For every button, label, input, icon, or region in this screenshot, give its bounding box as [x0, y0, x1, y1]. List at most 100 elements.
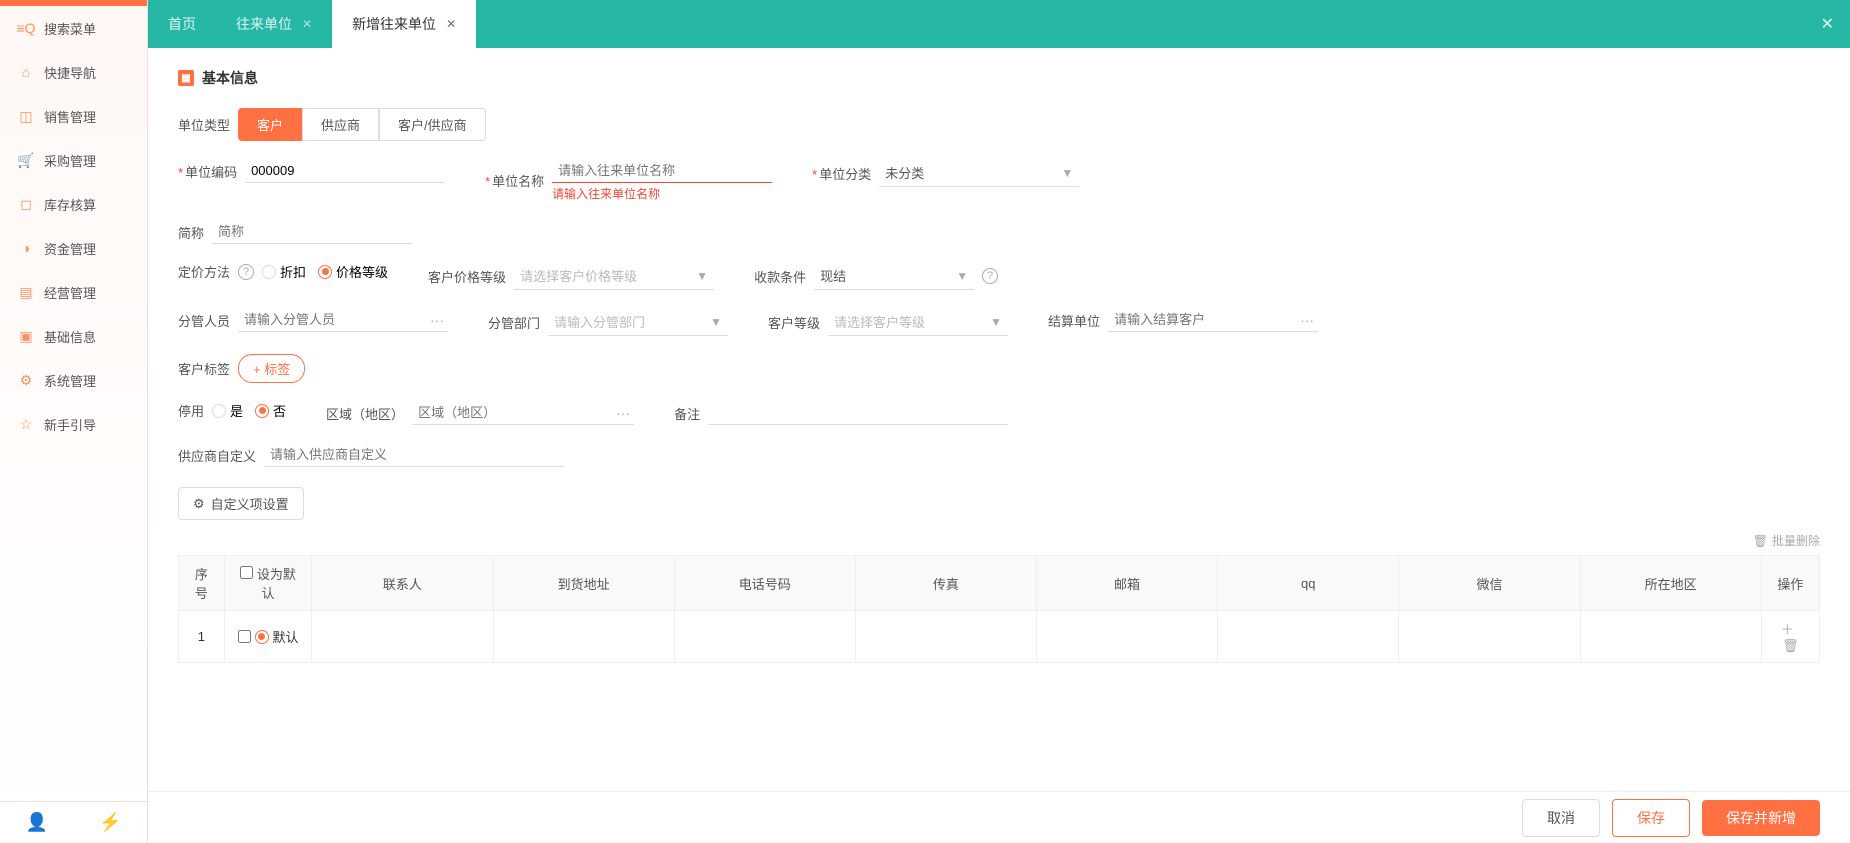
sidebar-item-sales[interactable]: ◫ 销售管理 — [0, 94, 147, 138]
unit-name-wrapper: 请输入往来单位名称 — [552, 159, 772, 202]
save-new-button[interactable]: 保存并新增 — [1702, 800, 1820, 836]
cell-contact[interactable] — [312, 611, 493, 663]
main-area: 首页 往来单位 ✕ 新增往来单位 ✕ ✕ ▦ 基本信息 单位类型 客户 供应商 — [148, 0, 1850, 843]
sidebar-settings-btn[interactable]: ⚡ — [74, 802, 148, 843]
delete-row-btn[interactable]: 🗑 — [1782, 638, 1799, 653]
cancel-button[interactable]: 取消 — [1522, 799, 1600, 837]
add-tag-btn[interactable]: + 标签 — [238, 354, 305, 383]
sidebar-item-basic[interactable]: ▣ 基础信息 — [0, 314, 147, 358]
qq-input[interactable] — [1228, 629, 1388, 644]
unit-code-input[interactable] — [245, 159, 445, 183]
cell-email[interactable] — [1036, 611, 1217, 663]
payment-terms-select[interactable]: 现结 ▼ — [814, 262, 974, 290]
batch-delete-label: 批量删除 — [1772, 532, 1820, 549]
department-field: 分管部门 请输入分管部门 ▼ — [488, 308, 728, 336]
col-action: 操作 — [1761, 556, 1819, 611]
sidebar-label-sales: 销售管理 — [44, 107, 96, 126]
unit-name-error: 请输入往来单位名称 — [552, 185, 772, 202]
tab-partners[interactable]: 往来单位 ✕ — [216, 0, 332, 48]
customer-level-select[interactable]: 请选择客户等级 ▼ — [828, 308, 1008, 336]
cell-action: ＋ 🗑 — [1761, 611, 1819, 663]
unit-type-both-btn[interactable]: 客户/供应商 — [379, 108, 486, 141]
sidebar-item-inventory[interactable]: ◻ 库存核算 — [0, 182, 147, 226]
customer-price-level-select[interactable]: 请选择客户价格等级 ▼ — [514, 262, 714, 290]
manager-dots-btn[interactable]: ··· — [426, 312, 448, 328]
sidebar-item-search[interactable]: ≡Q 搜索菜单 — [0, 6, 147, 50]
batch-delete-btn[interactable]: 🗑 批量删除 — [1753, 532, 1820, 549]
unit-type-customer-btn[interactable]: 客户 — [238, 108, 302, 141]
sidebar-item-purchase[interactable]: 🛒 采购管理 — [0, 138, 147, 182]
cell-wechat[interactable] — [1399, 611, 1580, 663]
department-select[interactable]: 请输入分管部门 ▼ — [548, 308, 728, 336]
payment-terms-help-icon[interactable]: ? — [982, 268, 998, 284]
email-input[interactable] — [1047, 629, 1207, 644]
cell-qq[interactable] — [1218, 611, 1399, 663]
row-default-radio[interactable]: 默认 — [255, 627, 299, 646]
supplier-custom-input[interactable] — [264, 443, 564, 467]
tab-home[interactable]: 首页 — [148, 0, 216, 48]
address-input[interactable] — [504, 629, 664, 644]
sidebar-label-quick-nav: 快捷导航 — [44, 63, 96, 82]
row-region-input[interactable] — [1591, 629, 1751, 644]
disabled-row: 停用 是 否 区域（地区） ··· — [178, 401, 1820, 425]
add-row-btn[interactable]: ＋ — [1781, 622, 1794, 637]
short-name-input[interactable] — [212, 220, 412, 244]
customer-price-level-chevron: ▼ — [696, 269, 708, 283]
settlement-dots-btn[interactable]: ··· — [1296, 312, 1318, 328]
unit-type-supplier-btn[interactable]: 供应商 — [302, 108, 379, 141]
pricing-level-circle — [318, 265, 332, 279]
disabled-yes-radio[interactable]: 是 — [212, 401, 243, 420]
tab-new-partner[interactable]: 新增往来单位 ✕ — [332, 0, 476, 48]
sidebar-item-quick-nav[interactable]: ⌂ 快捷导航 — [0, 50, 147, 94]
cell-phone[interactable] — [674, 611, 855, 663]
disabled-no-radio[interactable]: 否 — [255, 401, 286, 420]
basic-icon: ▣ — [16, 326, 36, 346]
add-tag-label: + 标签 — [253, 359, 290, 378]
region-input[interactable] — [412, 401, 612, 424]
phone-input[interactable] — [685, 629, 845, 644]
sidebar-item-operations[interactable]: ▤ 经营管理 — [0, 270, 147, 314]
region-dots-btn[interactable]: ··· — [612, 405, 634, 421]
pricing-help-icon[interactable]: ? — [238, 264, 254, 280]
settlement-label: 结算单位 — [1048, 311, 1100, 330]
contact-table: 序号 设为默认 联系人 到货地址 电话号码 传真 邮箱 qq 微信 所在地区 — [178, 555, 1820, 663]
pricing-discount-radio[interactable]: 折扣 — [262, 262, 306, 281]
cell-seq: 1 — [179, 611, 225, 663]
close-all-tabs-btn[interactable]: ✕ — [1805, 0, 1850, 48]
row-checkbox[interactable] — [238, 630, 251, 643]
table-section: ⚙ 自定义项设置 🗑 批量删除 序号 设为默认 — [178, 487, 1820, 663]
contact-input[interactable] — [322, 629, 482, 644]
custom-settings-btn[interactable]: ⚙ 自定义项设置 — [178, 487, 304, 520]
sidebar-label-guide: 新手引导 — [44, 415, 96, 434]
unit-category-select[interactable]: 未分类 ▼ — [879, 159, 1079, 187]
wechat-input[interactable] — [1409, 629, 1569, 644]
remark-input[interactable] — [708, 401, 1008, 425]
select-all-checkbox[interactable] — [240, 566, 253, 579]
sidebar-item-system[interactable]: ⚙ 系统管理 — [0, 358, 147, 402]
manager-input[interactable] — [238, 308, 426, 331]
tab-new-partner-close[interactable]: ✕ — [446, 17, 456, 31]
search-menu-icon: ≡Q — [16, 18, 36, 38]
fax-input[interactable] — [866, 629, 1026, 644]
unit-code-field: *单位编码 — [178, 159, 445, 183]
cell-region[interactable] — [1580, 611, 1761, 663]
pricing-radio-group: 折扣 价格等级 — [262, 262, 388, 281]
unit-type-label: 单位类型 — [178, 115, 230, 134]
sidebar-item-finance[interactable]: ◑ 资金管理 — [0, 226, 147, 270]
customer-price-level-field: 客户价格等级 请选择客户价格等级 ▼ — [428, 262, 714, 290]
save-button[interactable]: 保存 — [1612, 799, 1690, 837]
cell-address[interactable] — [493, 611, 674, 663]
sidebar: ≡Q 搜索菜单 ⌂ 快捷导航 ◫ 销售管理 🛒 采购管理 ◻ 库存核算 ◑ 资金… — [0, 0, 148, 843]
custom-settings-label: 自定义项设置 — [211, 494, 289, 513]
unit-category-value: 未分类 — [885, 163, 924, 182]
unit-name-input[interactable] — [552, 159, 772, 183]
sidebar-user-btn[interactable]: 👤 — [0, 802, 74, 843]
sidebar-item-guide[interactable]: ☆ 新手引导 — [0, 402, 147, 446]
quick-nav-icon: ⌂ — [16, 62, 36, 82]
settlement-input[interactable] — [1108, 308, 1296, 331]
supplier-custom-label: 供应商自定义 — [178, 446, 256, 465]
pricing-level-radio[interactable]: 价格等级 — [318, 262, 388, 281]
purchase-icon: 🛒 — [16, 150, 36, 170]
cell-fax[interactable] — [855, 611, 1036, 663]
tab-partners-close[interactable]: ✕ — [302, 17, 312, 31]
